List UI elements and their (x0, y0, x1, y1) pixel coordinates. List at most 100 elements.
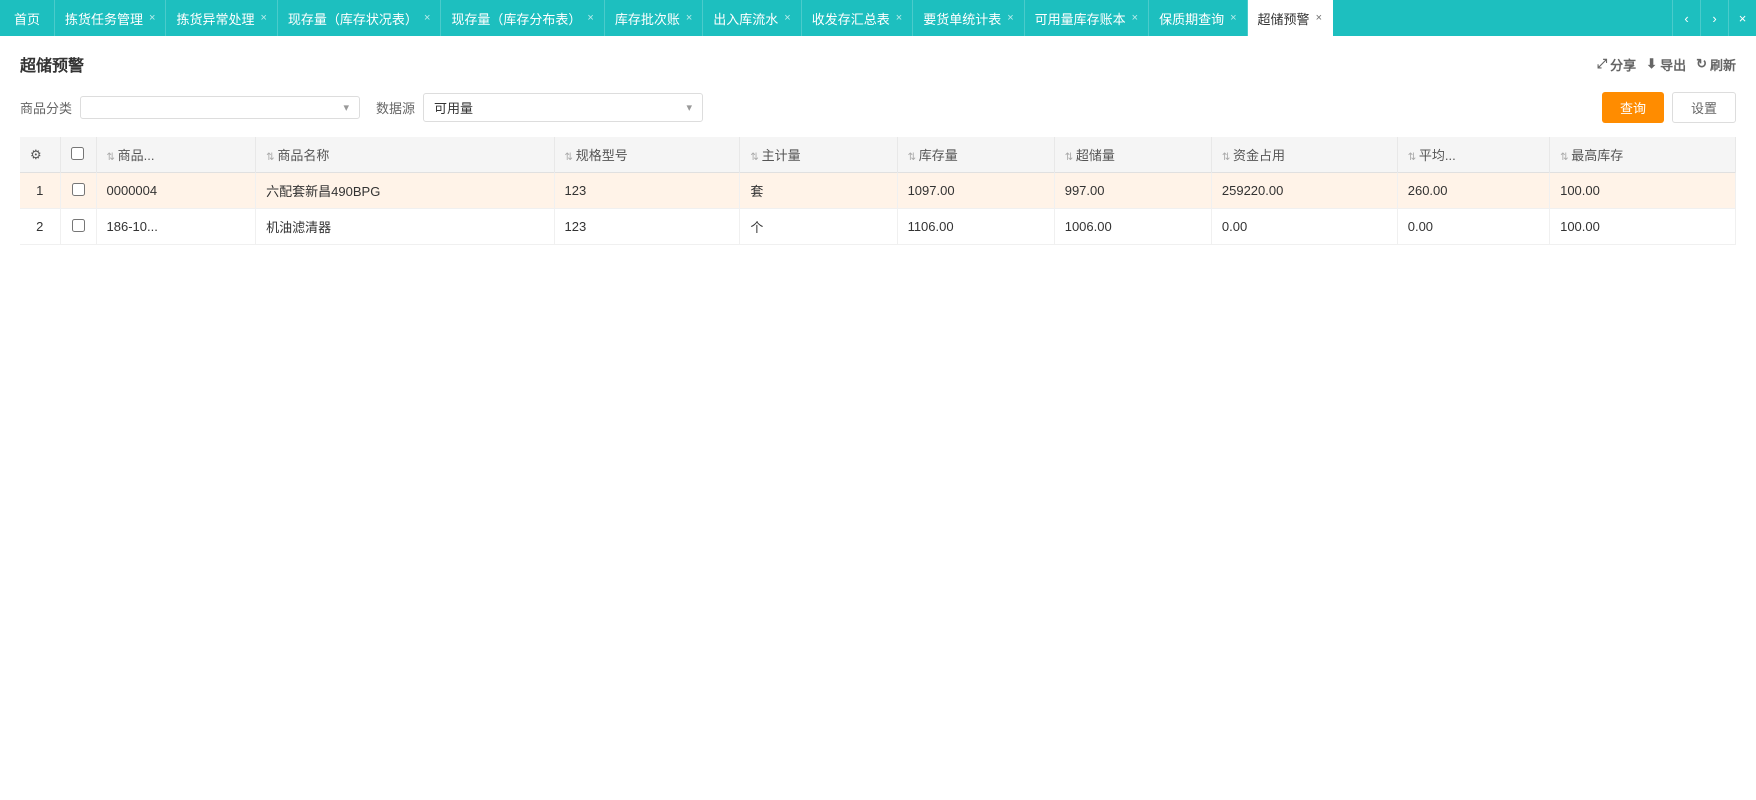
table-row: 1 0000004 六配套新昌490BPG 123 套 1097.00 997.… (20, 173, 1736, 209)
chevron-down-icon: ▾ (687, 101, 693, 114)
row-stock: 1106.00 (897, 209, 1054, 245)
nav-arrow-left[interactable]: ‹ (1672, 0, 1700, 36)
row-over: 1006.00 (1054, 209, 1211, 245)
top-navigation: 首页 拣货任务管理 × 拣货异常处理 × 现存量（库存状况表） × 现存量（库存… (0, 0, 1756, 36)
row-code: 186-10... (96, 209, 256, 245)
refresh-action[interactable]: ↻ 刷新 (1696, 55, 1736, 74)
nav-arrow-right[interactable]: › (1700, 0, 1728, 36)
settings-button[interactable]: 设置 (1672, 92, 1736, 123)
row-code: 0000004 (96, 173, 256, 209)
close-icon[interactable]: × (260, 12, 266, 24)
row-checkbox-cell[interactable] (60, 173, 96, 209)
sort-icon: ⇅ (1408, 152, 1419, 163)
filter-datasource: 数据源 可用量 ▾ (376, 93, 703, 122)
nav-tab-2[interactable]: 现存量（库存状况表） × (278, 0, 441, 36)
row-over: 997.00 (1054, 173, 1211, 209)
filter-bar: 商品分类 ▾ 数据源 可用量 ▾ 查询 设置 (20, 92, 1736, 123)
filter-category: 商品分类 ▾ (20, 96, 360, 119)
sort-icon: ⇅ (750, 152, 761, 163)
col-header-checkbox[interactable] (60, 137, 96, 173)
col-header-name[interactable]: ⇅ 商品名称 (256, 137, 554, 173)
col-header-unit[interactable]: ⇅ 主计量 (740, 137, 897, 173)
nav-tab-1[interactable]: 拣货异常处理 × (166, 0, 277, 36)
row-spec: 123 (554, 173, 740, 209)
data-table: ⚙ ⇅ 商品... ⇅ 商品名称 ⇅ 规格型号 ⇅ (20, 137, 1736, 245)
col-header-capital[interactable]: ⇅ 资金占用 (1211, 137, 1397, 173)
filter-datasource-label: 数据源 (376, 98, 415, 117)
refresh-icon: ↻ (1696, 56, 1707, 72)
col-header-code[interactable]: ⇅ 商品... (96, 137, 256, 173)
page-header: 超储预警 ⤢ 分享 ⬇ 导出 ↻ 刷新 (20, 52, 1736, 76)
row-index: 1 (20, 173, 60, 209)
page-content: 超储预警 ⤢ 分享 ⬇ 导出 ↻ 刷新 商品分类 ▾ 数据源 (0, 36, 1756, 261)
col-header-stock[interactable]: ⇅ 库存量 (897, 137, 1054, 173)
share-icon: ⤢ (1597, 56, 1607, 72)
sort-icon: ⇅ (1560, 152, 1571, 163)
row-maxstock: 100.00 (1550, 209, 1736, 245)
row-unit: 个 (740, 209, 897, 245)
close-icon[interactable]: × (587, 12, 593, 24)
row-maxstock: 100.00 (1550, 173, 1736, 209)
row-stock: 1097.00 (897, 173, 1054, 209)
table-row: 2 186-10... 机油滤清器 123 个 1106.00 1006.00 … (20, 209, 1736, 245)
nav-tab-6[interactable]: 收发存汇总表 × (802, 0, 913, 36)
sort-icon: ⇅ (908, 152, 919, 163)
row-index: 2 (20, 209, 60, 245)
row-checkbox-cell[interactable] (60, 209, 96, 245)
nav-tab-10[interactable]: 超储预警 × (1248, 0, 1333, 36)
export-icon: ⬇ (1646, 56, 1657, 72)
sort-icon: ⇅ (565, 152, 576, 163)
filter-category-label: 商品分类 (20, 98, 72, 117)
select-all-checkbox[interactable] (71, 147, 84, 160)
close-icon[interactable]: × (784, 12, 790, 24)
close-icon[interactable]: × (1230, 12, 1236, 24)
share-action[interactable]: ⤢ 分享 (1597, 55, 1636, 74)
sort-icon: ⇅ (266, 152, 277, 163)
close-icon[interactable]: × (149, 12, 155, 24)
chevron-down-icon: ▾ (343, 101, 349, 114)
row-name: 六配套新昌490BPG (256, 173, 554, 209)
export-action[interactable]: ⬇ 导出 (1646, 55, 1686, 74)
page-title: 超储预警 (20, 52, 84, 76)
row-capital: 0.00 (1211, 209, 1397, 245)
sort-icon: ⇅ (1222, 152, 1233, 163)
gear-icon: ⚙ (30, 147, 42, 162)
row-checkbox[interactable] (72, 183, 85, 196)
close-icon[interactable]: × (424, 12, 430, 24)
sort-icon: ⇅ (107, 152, 118, 163)
close-icon[interactable]: × (1132, 12, 1138, 24)
nav-tab-4[interactable]: 库存批次账 × (605, 0, 703, 36)
nav-arrow-close[interactable]: × (1728, 0, 1756, 36)
nav-tab-8[interactable]: 可用量库存账本 × (1025, 0, 1149, 36)
nav-home[interactable]: 首页 (0, 0, 55, 36)
row-checkbox[interactable] (72, 219, 85, 232)
nav-tab-9[interactable]: 保质期查询 × (1149, 0, 1247, 36)
query-button[interactable]: 查询 (1602, 92, 1664, 123)
datasource-select-value: 可用量 (434, 98, 473, 117)
nav-tab-0[interactable]: 拣货任务管理 × (55, 0, 166, 36)
nav-arrow-group: ‹ › × (1672, 0, 1756, 36)
sort-icon: ⇅ (1065, 152, 1076, 163)
col-header-avg[interactable]: ⇅ 平均... (1397, 137, 1549, 173)
col-header-gear[interactable]: ⚙ (20, 137, 60, 173)
nav-tab-3[interactable]: 现存量（库存分布表） × (441, 0, 604, 36)
row-unit: 套 (740, 173, 897, 209)
close-icon[interactable]: × (1316, 12, 1322, 24)
datasource-select[interactable]: 可用量 ▾ (423, 93, 703, 122)
row-capital: 259220.00 (1211, 173, 1397, 209)
col-header-spec[interactable]: ⇅ 规格型号 (554, 137, 740, 173)
nav-tab-5[interactable]: 出入库流水 × (703, 0, 801, 36)
close-icon[interactable]: × (1007, 12, 1013, 24)
close-icon[interactable]: × (686, 12, 692, 24)
row-name: 机油滤清器 (256, 209, 554, 245)
table-header-row: ⚙ ⇅ 商品... ⇅ 商品名称 ⇅ 规格型号 ⇅ (20, 137, 1736, 173)
col-header-over[interactable]: ⇅ 超储量 (1054, 137, 1211, 173)
col-header-maxstock[interactable]: ⇅ 最高库存 (1550, 137, 1736, 173)
nav-tab-7[interactable]: 要货单统计表 × (913, 0, 1024, 36)
row-spec: 123 (554, 209, 740, 245)
close-icon[interactable]: × (896, 12, 902, 24)
filter-actions: 查询 设置 (1602, 92, 1736, 123)
row-avg: 0.00 (1397, 209, 1549, 245)
category-select[interactable]: ▾ (80, 96, 360, 119)
row-avg: 260.00 (1397, 173, 1549, 209)
